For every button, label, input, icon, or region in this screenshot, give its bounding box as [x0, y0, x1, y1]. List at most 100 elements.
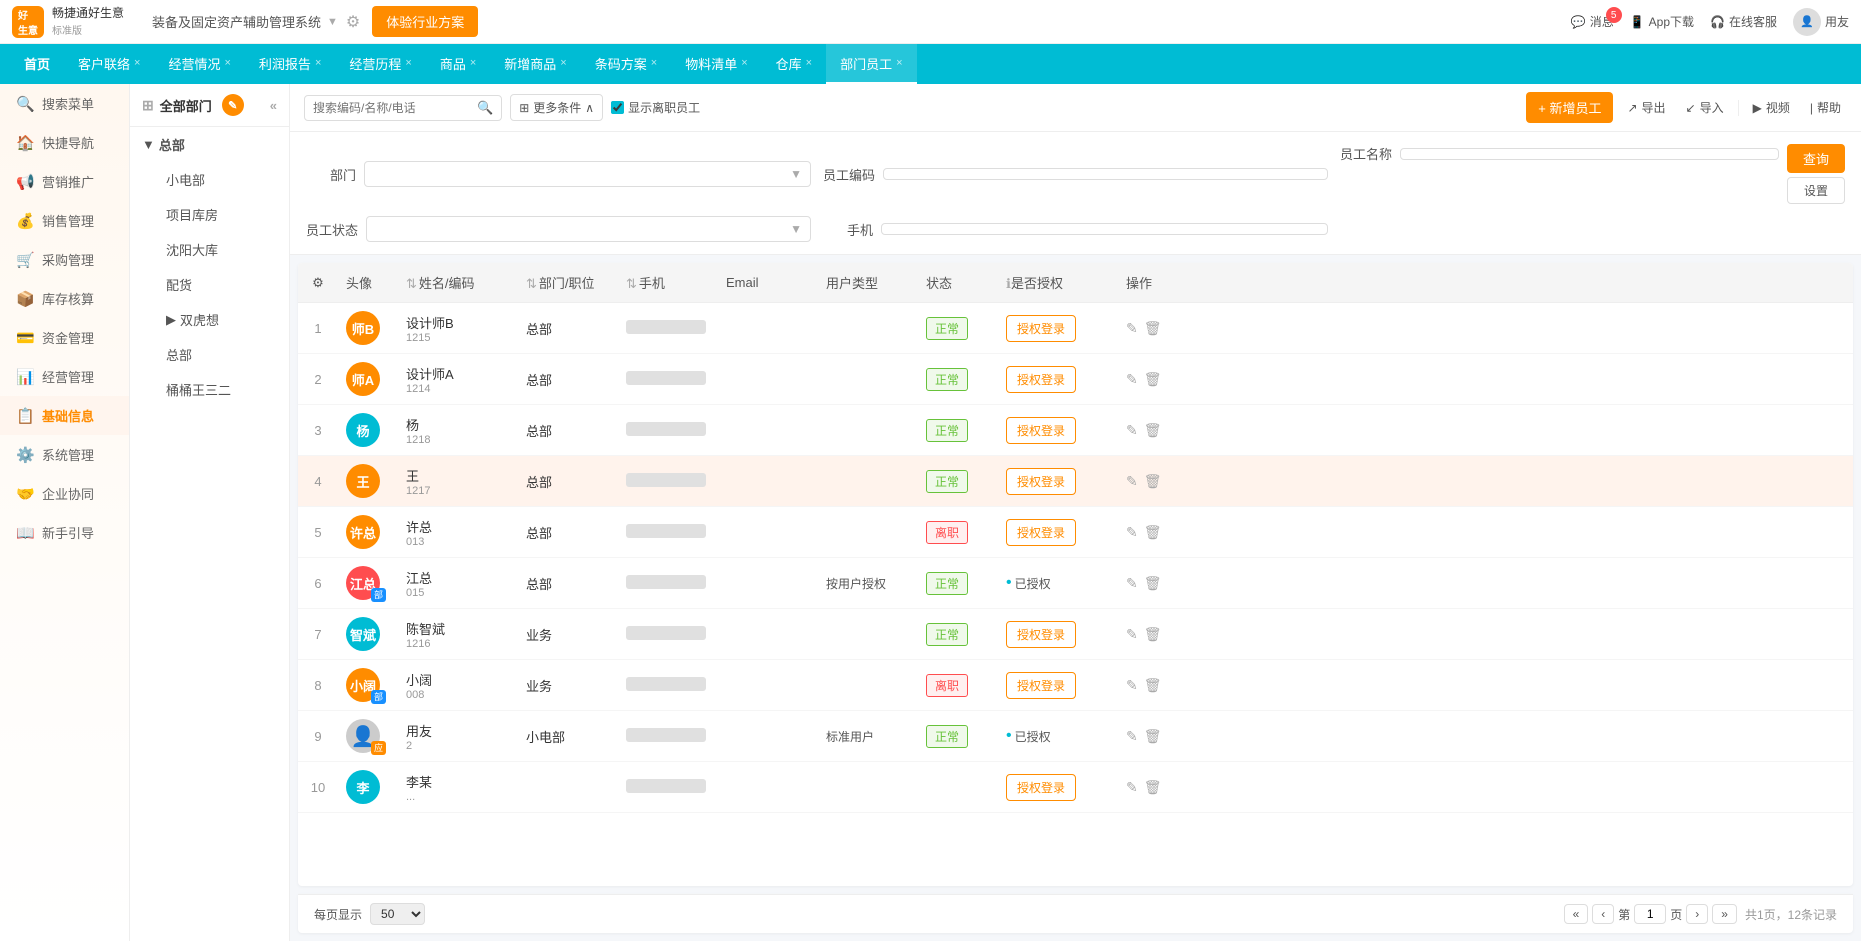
gear-icon[interactable]: ⚙ — [346, 12, 360, 32]
view-btn[interactable]: ▶ 视频 — [1747, 95, 1796, 120]
tab-home[interactable]: 首页 — [10, 44, 64, 84]
close-icon[interactable]: × — [134, 57, 140, 69]
user-menu[interactable]: 👤 用友 — [1793, 8, 1849, 36]
sidebar-item-finance[interactable]: 💳 资金管理 — [0, 318, 129, 357]
sidebar-item-cooperation[interactable]: 🤝 企业协同 — [0, 474, 129, 513]
tab-warehouse[interactable]: 仓库 × — [762, 44, 826, 84]
auth-login-btn[interactable]: 授权登录 — [1006, 672, 1076, 699]
edit-btn[interactable]: ✎ — [1126, 677, 1138, 694]
delete-btn[interactable]: 🗑 — [1144, 626, 1162, 643]
edit-btn[interactable]: ✎ — [1126, 779, 1138, 796]
delete-btn[interactable]: 🗑 — [1144, 371, 1162, 388]
add-employee-btn[interactable]: + 新增员工 — [1526, 92, 1613, 123]
sidebar-item-sales[interactable]: 💰 销售管理 — [0, 201, 129, 240]
delete-btn[interactable]: 🗑 — [1144, 779, 1162, 796]
last-page-btn[interactable]: » — [1712, 904, 1737, 924]
delete-btn[interactable]: 🗑 — [1144, 320, 1162, 337]
auth-login-btn[interactable]: 授权登录 — [1006, 519, 1076, 546]
dept-item-tongwang[interactable]: 桶桶王三二 — [146, 372, 289, 407]
edit-btn[interactable]: ✎ — [1126, 320, 1138, 337]
edit-btn[interactable]: ✎ — [1126, 473, 1138, 490]
edit-btn[interactable]: ✎ — [1126, 524, 1138, 541]
tab-business[interactable]: 经营情况 × — [154, 44, 244, 84]
auth-login-btn[interactable]: 授权登录 — [1006, 621, 1076, 648]
delete-btn[interactable]: 🗑 — [1144, 728, 1162, 745]
sidebar-item-quick-nav[interactable]: 🏠 快捷导航 — [0, 123, 129, 162]
tab-history[interactable]: 经营历程 × — [335, 44, 425, 84]
close-icon[interactable]: × — [405, 57, 411, 69]
sort-icon[interactable]: ⇅ — [406, 276, 417, 291]
online-service-btn[interactable]: 🎧 在线客服 — [1710, 13, 1777, 30]
page-num-input[interactable] — [1634, 904, 1666, 924]
message-btn[interactable]: 💬 消息 5 — [1571, 13, 1614, 30]
first-page-btn[interactable]: « — [1564, 904, 1589, 924]
tab-goods[interactable]: 商品 × — [426, 44, 490, 84]
close-icon[interactable]: × — [560, 57, 566, 69]
delete-btn[interactable]: 🗑 — [1144, 524, 1162, 541]
sidebar-item-search-menu[interactable]: 🔍 搜索菜单 — [0, 84, 129, 123]
status-filter-input[interactable]: ▼ — [366, 216, 811, 242]
auth-login-btn[interactable]: 授权登录 — [1006, 417, 1076, 444]
auth-login-btn[interactable]: 授权登录 — [1006, 774, 1076, 801]
resigned-check-input[interactable] — [611, 101, 624, 114]
dropdown-arrow-icon[interactable]: ▼ — [327, 16, 338, 28]
collapse-btn[interactable]: « — [270, 98, 277, 113]
sidebar-item-guide[interactable]: 📖 新手引导 — [0, 513, 129, 552]
edit-btn[interactable]: ✎ — [1126, 575, 1138, 592]
show-resigned-checkbox[interactable]: 显示离职员工 — [611, 99, 700, 116]
sidebar-item-basic-info[interactable]: 📋 基础信息 — [0, 396, 129, 435]
sidebar-item-system[interactable]: ⚙️ 系统管理 — [0, 435, 129, 474]
edit-btn[interactable]: ✎ — [1126, 728, 1138, 745]
close-icon[interactable]: × — [896, 57, 902, 69]
close-icon[interactable]: × — [651, 57, 657, 69]
set-btn[interactable]: 设置 — [1787, 177, 1845, 204]
tab-customer[interactable]: 客户联络 × — [64, 44, 154, 84]
col-settings[interactable]: ⚙ — [298, 263, 338, 303]
auth-login-btn[interactable]: 授权登录 — [1006, 468, 1076, 495]
sort-icon[interactable]: ⇅ — [626, 276, 637, 291]
tab-department[interactable]: 部门员工 × — [826, 44, 916, 84]
dept-item-peihuo[interactable]: 配货 — [146, 267, 289, 302]
tab-barcode[interactable]: 条码方案 × — [581, 44, 671, 84]
close-icon[interactable]: × — [741, 57, 747, 69]
next-page-btn[interactable]: › — [1686, 904, 1708, 924]
delete-btn[interactable]: 🗑 — [1144, 677, 1162, 694]
sort-icon[interactable]: ⇅ — [526, 276, 537, 291]
tab-add-goods[interactable]: 新增商品 × — [490, 44, 580, 84]
app-download-btn[interactable]: 📱 App下载 — [1630, 13, 1694, 30]
close-icon[interactable]: × — [806, 57, 812, 69]
emp-name-input[interactable] — [1400, 148, 1779, 160]
dept-item-shuanghu[interactable]: ▶ 双虎想 — [146, 302, 289, 337]
edit-btn[interactable]: ✎ — [1126, 626, 1138, 643]
emp-code-input[interactable] — [883, 168, 1328, 180]
edit-btn[interactable]: ✎ — [1126, 422, 1138, 439]
dept-filter-input[interactable]: ▼ — [364, 161, 811, 187]
tab-bom[interactable]: 物料清单 × — [671, 44, 761, 84]
prev-page-btn[interactable]: ‹ — [1592, 904, 1614, 924]
dept-item-project[interactable]: 项目库房 — [146, 197, 289, 232]
sidebar-item-business[interactable]: 📊 经营管理 — [0, 357, 129, 396]
sidebar-item-marketing[interactable]: 📢 营销推广 — [0, 162, 129, 201]
tab-profit[interactable]: 利润报告 × — [245, 44, 335, 84]
delete-btn[interactable]: 🗑 — [1144, 473, 1162, 490]
sidebar-item-purchase[interactable]: 🛒 采购管理 — [0, 240, 129, 279]
help-btn[interactable]: | 帮助 — [1804, 95, 1847, 120]
dept-item-zongbu2[interactable]: 总部 — [146, 337, 289, 372]
dept-item-shenyang[interactable]: 沈阳大库 — [146, 232, 289, 267]
more-filter-btn[interactable]: ⊞ 更多条件 ∧ — [510, 94, 603, 121]
edit-btn[interactable]: ✎ — [1126, 371, 1138, 388]
close-icon[interactable]: × — [224, 57, 230, 69]
import-btn[interactable]: ↙ 导入 — [1680, 95, 1730, 120]
page-size-select[interactable]: 50 20 100 — [370, 903, 425, 925]
export-btn[interactable]: ↗ 导出 — [1621, 95, 1671, 120]
delete-btn[interactable]: 🗑 — [1144, 422, 1162, 439]
query-btn[interactable]: 查询 — [1787, 144, 1845, 173]
auth-login-btn[interactable]: 授权登录 — [1006, 315, 1076, 342]
experience-btn[interactable]: 体验行业方案 — [372, 6, 478, 37]
dept-item-xiaodian[interactable]: 小电部 — [146, 162, 289, 197]
dept-group-header-zongbu[interactable]: ▼ 总部 — [130, 127, 289, 162]
dept-edit-icon[interactable]: ✎ — [222, 94, 244, 116]
search-input[interactable] — [313, 101, 473, 115]
phone-filter-input[interactable] — [881, 223, 1328, 235]
auth-login-btn[interactable]: 授权登录 — [1006, 366, 1076, 393]
